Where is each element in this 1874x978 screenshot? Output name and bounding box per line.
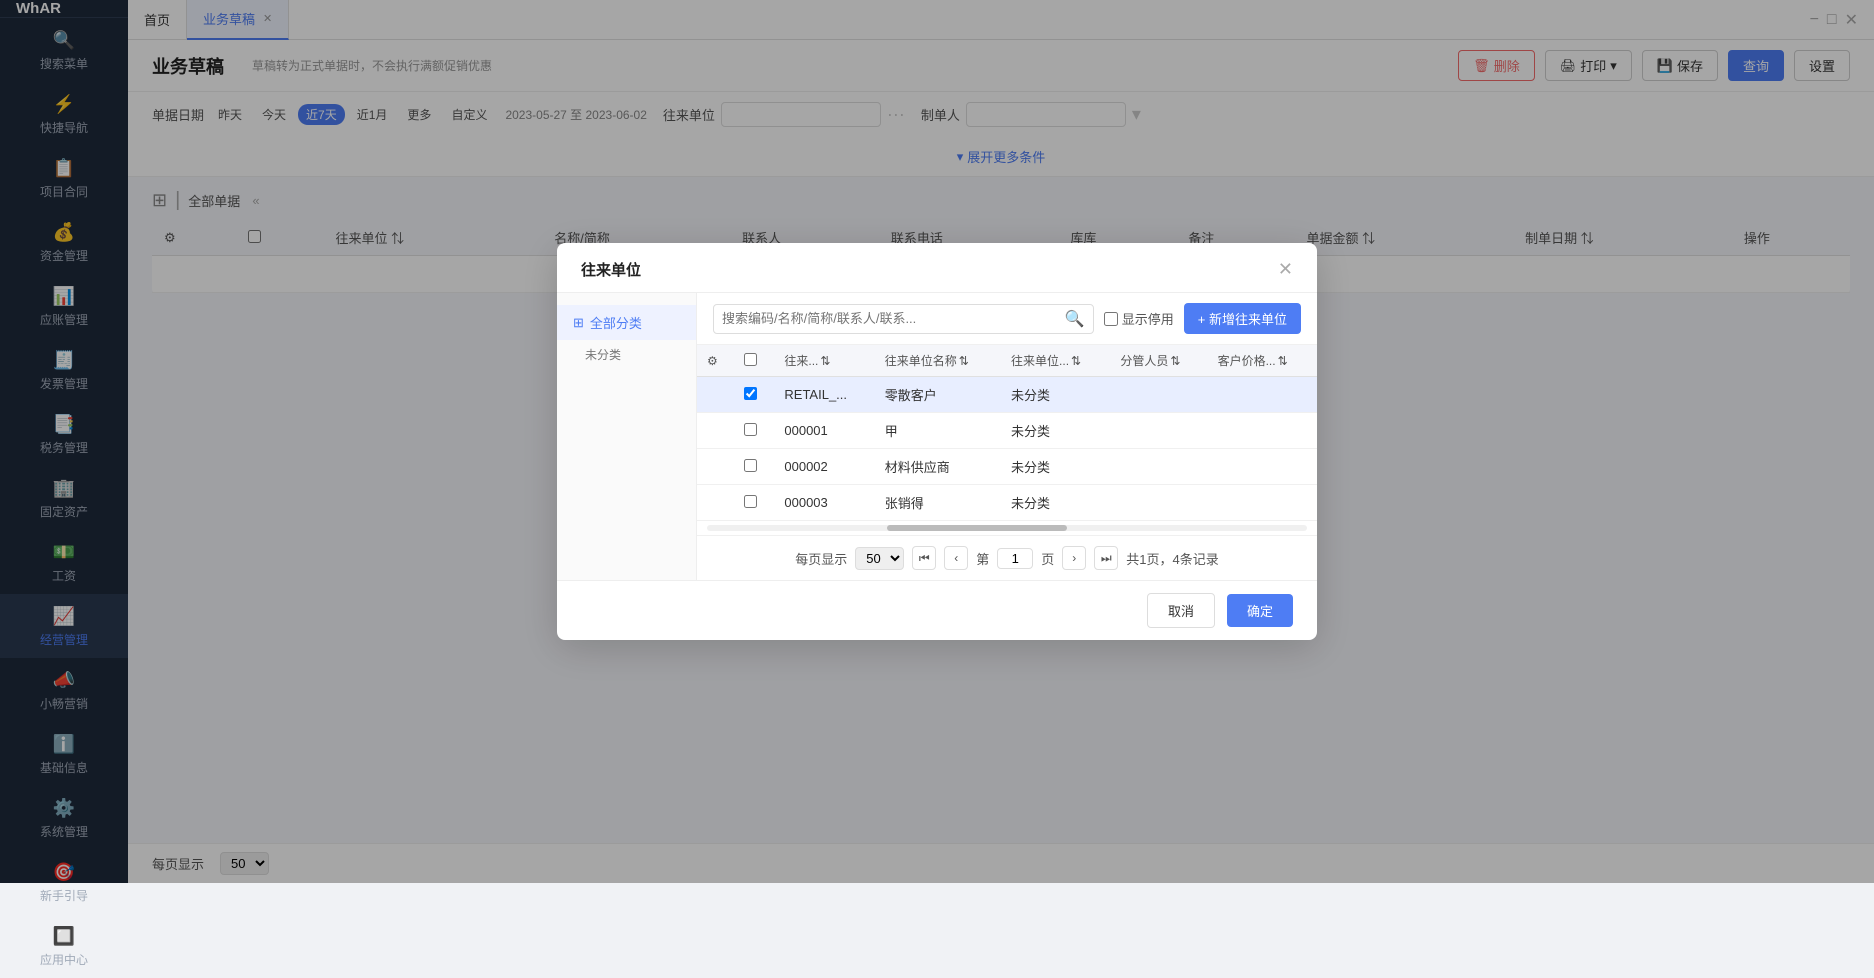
modal-overlay: 往来单位 ✕ ⊞ 全部分类 未分类 🔍 bbox=[0, 0, 1874, 883]
modal-table-row[interactable]: 000002 材料供应商 未分类 bbox=[697, 449, 1317, 485]
row-name: 甲 bbox=[875, 413, 1001, 449]
row-settings[interactable] bbox=[697, 449, 734, 485]
modal-table-wrap: ⚙ 往来... ⇅ 往来单位名称 ⇅ 往来单位... ⇅ bbox=[697, 345, 1317, 535]
modal-body: ⊞ 全部分类 未分类 🔍 显示停用 bbox=[557, 293, 1317, 580]
modal-page-size-select[interactable]: 50 bbox=[855, 547, 904, 570]
row-category: 未分类 bbox=[1001, 413, 1110, 449]
modal-select-all[interactable] bbox=[744, 353, 757, 366]
modal-table-row[interactable]: 000001 甲 未分类 bbox=[697, 413, 1317, 449]
modal-title: 往来单位 bbox=[581, 259, 641, 280]
grid-small-icon: ⊞ bbox=[573, 315, 584, 331]
row-select-checkbox[interactable] bbox=[744, 423, 757, 436]
row-category: 未分类 bbox=[1001, 485, 1110, 521]
row-manager bbox=[1110, 449, 1207, 485]
sidebar-item-label: 应用中心 bbox=[40, 951, 88, 968]
next-page-btn[interactable]: › bbox=[1062, 546, 1086, 570]
horizontal-scrollbar[interactable] bbox=[707, 525, 1307, 531]
search-icon: 🔍 bbox=[1065, 309, 1085, 329]
row-select-checkbox[interactable] bbox=[744, 459, 757, 472]
modal-table: ⚙ 往来... ⇅ 往来单位名称 ⇅ 往来单位... ⇅ bbox=[697, 345, 1317, 521]
first-page-btn[interactable]: ⏮ bbox=[912, 546, 936, 570]
row-price bbox=[1208, 413, 1317, 449]
sidebar-item-app-center[interactable]: 🔲 应用中心 bbox=[0, 914, 128, 978]
row-checkbox[interactable] bbox=[734, 413, 774, 449]
current-page-input[interactable] bbox=[997, 548, 1033, 569]
modal-col-price[interactable]: 客户价格... ⇅ bbox=[1208, 345, 1317, 377]
row-code: 000001 bbox=[774, 413, 874, 449]
prev-page-btn[interactable]: ‹ bbox=[944, 546, 968, 570]
modal-col-checkbox[interactable] bbox=[734, 345, 774, 377]
row-category: 未分类 bbox=[1001, 449, 1110, 485]
cancel-button[interactable]: 取消 bbox=[1147, 593, 1215, 628]
modal-col-name[interactable]: 往来单位名称 ⇅ bbox=[875, 345, 1001, 377]
row-manager bbox=[1110, 377, 1207, 413]
modal-col-manager[interactable]: 分管人员 ⇅ bbox=[1110, 345, 1207, 377]
modal-col-code[interactable]: 往来... ⇅ bbox=[774, 345, 874, 377]
modal-sidebar-unclassified[interactable]: 未分类 bbox=[557, 340, 696, 369]
row-code: RETAIL_... bbox=[774, 377, 874, 413]
modal-main: 🔍 显示停用 + 新增往来单位 ⚙ bbox=[697, 293, 1317, 580]
row-code: 000002 bbox=[774, 449, 874, 485]
row-checkbox[interactable] bbox=[734, 377, 774, 413]
search-box: 🔍 bbox=[713, 304, 1094, 334]
row-checkbox[interactable] bbox=[734, 449, 774, 485]
modal-table-row[interactable]: RETAIL_... 零散客户 未分类 bbox=[697, 377, 1317, 413]
modal-col-settings[interactable]: ⚙ bbox=[697, 345, 734, 377]
modal-page-size-label: 每页显示 bbox=[795, 549, 847, 568]
show-disabled-group: 显示停用 bbox=[1104, 309, 1174, 328]
last-page-btn[interactable]: ⏭ bbox=[1094, 546, 1118, 570]
page-unit: 页 bbox=[1041, 549, 1054, 568]
total-info: 共1页，4条记录 bbox=[1126, 549, 1218, 568]
modal-footer: 取消 确定 bbox=[557, 580, 1317, 640]
search-input[interactable] bbox=[722, 311, 1061, 326]
row-settings[interactable] bbox=[697, 413, 734, 449]
confirm-button[interactable]: 确定 bbox=[1227, 594, 1293, 627]
app-center-icon: 🔲 bbox=[53, 926, 75, 947]
modal-toolbar: 🔍 显示停用 + 新增往来单位 bbox=[697, 293, 1317, 345]
row-select-checkbox[interactable] bbox=[744, 495, 757, 508]
modal-col-category[interactable]: 往来单位... ⇅ bbox=[1001, 345, 1110, 377]
modal-sidebar-all[interactable]: ⊞ 全部分类 bbox=[557, 305, 696, 340]
row-price bbox=[1208, 449, 1317, 485]
row-category: 未分类 bbox=[1001, 377, 1110, 413]
row-price bbox=[1208, 485, 1317, 521]
scrollbar-thumb bbox=[887, 525, 1067, 531]
modal-sidebar: ⊞ 全部分类 未分类 bbox=[557, 293, 697, 580]
page-label: 第 bbox=[976, 549, 989, 568]
partner-modal: 往来单位 ✕ ⊞ 全部分类 未分类 🔍 bbox=[557, 243, 1317, 640]
row-price bbox=[1208, 377, 1317, 413]
modal-header: 往来单位 ✕ bbox=[557, 243, 1317, 293]
row-code: 000003 bbox=[774, 485, 874, 521]
modal-pagination: 每页显示 50 ⏮ ‹ 第 页 › ⏭ 共1页，4条记录 bbox=[697, 535, 1317, 580]
row-select-checkbox[interactable] bbox=[744, 387, 757, 400]
row-checkbox[interactable] bbox=[734, 485, 774, 521]
row-name: 张销得 bbox=[875, 485, 1001, 521]
row-settings[interactable] bbox=[697, 377, 734, 413]
show-disabled-checkbox[interactable] bbox=[1104, 312, 1118, 326]
add-partner-button[interactable]: + 新增往来单位 bbox=[1184, 303, 1301, 334]
row-manager bbox=[1110, 485, 1207, 521]
row-name: 材料供应商 bbox=[875, 449, 1001, 485]
show-disabled-label: 显示停用 bbox=[1122, 309, 1174, 328]
row-name: 零散客户 bbox=[875, 377, 1001, 413]
sidebar-item-label: 新手引导 bbox=[40, 887, 88, 904]
modal-close-button[interactable]: ✕ bbox=[1278, 259, 1293, 280]
row-manager bbox=[1110, 413, 1207, 449]
modal-table-row[interactable]: 000003 张销得 未分类 bbox=[697, 485, 1317, 521]
row-settings[interactable] bbox=[697, 485, 734, 521]
